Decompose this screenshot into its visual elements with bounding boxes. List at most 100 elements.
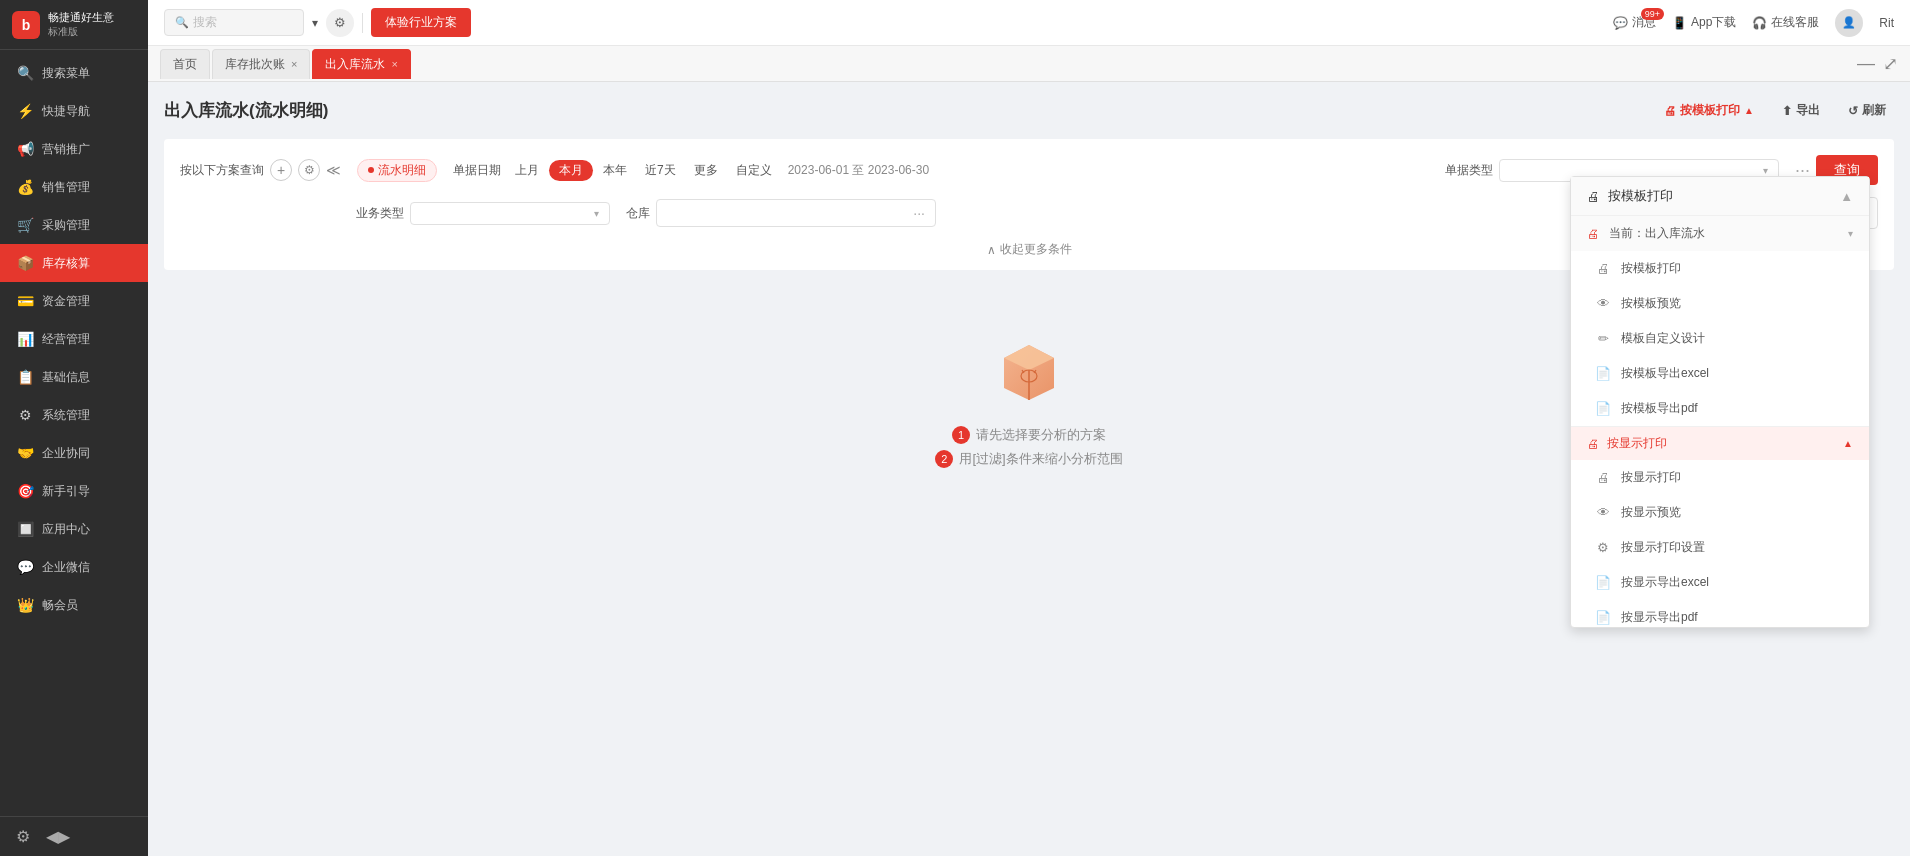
user-avatar[interactable]: 👤: [1835, 9, 1863, 37]
base-info-icon: 📋: [16, 368, 34, 386]
dropdown-template-preview[interactable]: 👁 按模板预览: [1571, 286, 1869, 321]
app-sub: 标准版: [48, 25, 114, 39]
sidebar-item-label: 营销推广: [42, 141, 90, 158]
collapse-more-btn[interactable]: ∧ 收起更多条件: [971, 237, 1088, 262]
dropdown-current-icon: 🖨: [1587, 227, 1599, 241]
sidebar-item-label: 采购管理: [42, 217, 90, 234]
date-btn-custom[interactable]: 自定义: [728, 159, 780, 182]
dropdown-current-arrow: ▾: [1848, 228, 1853, 239]
empty-hint-2: 2 用[过滤]条件来缩小分析范围: [935, 450, 1122, 468]
tab-batch-account[interactable]: 库存批次账 ×: [212, 49, 310, 79]
tab-in-out-flow[interactable]: 出入库流水 ×: [312, 49, 410, 79]
template-excel-label: 按模板导出excel: [1621, 365, 1709, 382]
sidebar-item-quick-nav[interactable]: ⚡ 快捷导航: [0, 92, 148, 130]
operations-icon: 📊: [16, 330, 34, 348]
dropdown-template-excel[interactable]: 📄 按模板导出excel: [1571, 356, 1869, 391]
sidebar-item-app-center[interactable]: 🔲 应用中心: [0, 510, 148, 548]
sidebar-item-finance[interactable]: 💳 资金管理: [0, 282, 148, 320]
sidebar-item-base-info[interactable]: 📋 基础信息: [0, 358, 148, 396]
warehouse-dropdown[interactable]: ···: [656, 199, 936, 227]
chevron-up-icon: ∧: [987, 243, 996, 257]
sidebar-footer: ⚙ ◀▶: [0, 816, 148, 856]
topbar-search[interactable]: 🔍 搜索: [164, 9, 304, 36]
beginner-icon: 🎯: [16, 482, 34, 500]
topbar-divider: [362, 13, 363, 33]
headset-icon: 🎧: [1752, 16, 1767, 30]
tab-home[interactable]: 首页: [160, 49, 210, 79]
collapse-sidebar-icon[interactable]: ◀▶: [46, 827, 70, 846]
sidebar-item-beginner[interactable]: 🎯 新手引导: [0, 472, 148, 510]
topbar-right: 💬 消息 99+ 📱 App下载 🎧 在线客服 👤 Rit: [1613, 9, 1894, 37]
sidebar-item-corp-wechat[interactable]: 💬 企业微信: [0, 548, 148, 586]
settings-footer-icon[interactable]: ⚙: [16, 827, 30, 846]
dropdown-template-custom[interactable]: ✏ 模板自定义设计: [1571, 321, 1869, 356]
sidebar-item-operations[interactable]: 📊 经营管理: [0, 320, 148, 358]
biz-type-dropdown[interactable]: ▾: [410, 202, 610, 225]
export-btn[interactable]: ⬆ 导出: [1774, 98, 1828, 123]
tab-batch-account-close[interactable]: ×: [291, 58, 297, 70]
sidebar-item-inventory[interactable]: 📦 库存核算: [0, 244, 148, 282]
dropdown-display-excel[interactable]: 📄 按显示导出excel: [1571, 565, 1869, 600]
template-pdf-label: 按模板导出pdf: [1621, 400, 1698, 417]
display-settings-label: 按显示打印设置: [1621, 539, 1705, 556]
dropdown-close-arrow[interactable]: ▲: [1840, 189, 1853, 204]
marketing-icon: 📢: [16, 140, 34, 158]
date-btn-this-month[interactable]: 本月: [549, 160, 593, 181]
corp-icon: 🤝: [16, 444, 34, 462]
filter-tag-label: 流水明细: [378, 162, 426, 179]
customer-service-button[interactable]: 🎧 在线客服: [1752, 14, 1819, 31]
sidebar-item-label: 库存核算: [42, 255, 90, 272]
sidebar-item-corp[interactable]: 🤝 企业协同: [0, 434, 148, 472]
customer-service-label: 在线客服: [1771, 14, 1819, 31]
sidebar-item-purchase[interactable]: 🛒 采购管理: [0, 206, 148, 244]
topbar-gear-btn[interactable]: ⚙: [326, 9, 354, 37]
print-template-btn[interactable]: 🖨 按模板打印 ▲: [1656, 98, 1762, 123]
dropdown-display-print[interactable]: 🖨 按显示打印: [1571, 460, 1869, 495]
trial-industry-button[interactable]: 体验行业方案: [371, 8, 471, 37]
page-title: 出入库流水(流水明细): [164, 99, 328, 122]
sidebar-item-label: 应用中心: [42, 521, 90, 538]
topbar-dropdown-arrow[interactable]: ▾: [312, 16, 318, 30]
refresh-btn[interactable]: ↺ 刷新: [1840, 98, 1894, 123]
sidebar-item-label: 系统管理: [42, 407, 90, 424]
tab-minimize-btn[interactable]: —: [1857, 53, 1875, 74]
date-btn-this-year[interactable]: 本年: [595, 159, 635, 182]
dropdown-scroll: 🖨 按模板打印 ▲ 🖨 当前：出入库流水 ▾ 🖨 按模板打印: [1571, 177, 1869, 627]
inventory-icon: 📦: [16, 254, 34, 272]
empty-hint-1: 1 请先选择要分析的方案: [952, 426, 1106, 444]
sidebar-item-sales[interactable]: 💰 销售管理: [0, 168, 148, 206]
sidebar-item-search[interactable]: 🔍 搜索菜单: [0, 54, 148, 92]
type-dropdown-arrow: ▾: [1763, 165, 1768, 176]
dropdown-template-print[interactable]: 🖨 按模板打印: [1571, 251, 1869, 286]
tab-in-out-flow-close[interactable]: ×: [391, 58, 397, 70]
tab-maximize-btn[interactable]: ⤢: [1883, 53, 1898, 75]
dropdown-display-preview[interactable]: 👁 按显示预览: [1571, 495, 1869, 530]
filter-add-btn[interactable]: +: [270, 159, 292, 181]
filter-title: 按以下方案查询: [180, 162, 264, 179]
display-section-header[interactable]: 🖨 按显示打印 ▲: [1571, 427, 1869, 460]
message-button[interactable]: 💬 消息 99+: [1613, 14, 1656, 31]
finance-icon: 💳: [16, 292, 34, 310]
sidebar-item-label: 快捷导航: [42, 103, 90, 120]
warehouse-more-icon[interactable]: ···: [913, 205, 925, 221]
template-pdf-icon: 📄: [1595, 401, 1611, 417]
date-btn-7days[interactable]: 近7天: [637, 159, 684, 182]
sidebar-item-system[interactable]: ⚙ 系统管理: [0, 396, 148, 434]
date-filter-label: 单据日期: [453, 162, 501, 179]
sidebar-item-marketing[interactable]: 📢 营销推广: [0, 130, 148, 168]
display-excel-label: 按显示导出excel: [1621, 574, 1709, 591]
filter-config-btn[interactable]: ⚙: [298, 159, 320, 181]
sidebar-item-membership[interactable]: 👑 畅会员: [0, 586, 148, 624]
dropdown-display-pdf[interactable]: 📄 按显示导出pdf: [1571, 600, 1869, 627]
dropdown-current-item[interactable]: 🖨 当前：出入库流水 ▾: [1571, 216, 1869, 251]
dropdown-display-settings[interactable]: ⚙ 按显示打印设置: [1571, 530, 1869, 565]
dropdown-template-pdf[interactable]: 📄 按模板导出pdf: [1571, 391, 1869, 426]
sidebar-item-label: 企业微信: [42, 559, 90, 576]
filter-active-tag[interactable]: 流水明细: [357, 159, 437, 182]
date-btn-last-month[interactable]: 上月: [507, 159, 547, 182]
filter-collapse-left-btn[interactable]: ≪: [326, 162, 341, 178]
date-btn-more[interactable]: 更多: [686, 159, 726, 182]
print-template-label: 按模板打印: [1680, 102, 1740, 119]
purchase-icon: 🛒: [16, 216, 34, 234]
app-download-button[interactable]: 📱 App下载: [1672, 14, 1736, 31]
